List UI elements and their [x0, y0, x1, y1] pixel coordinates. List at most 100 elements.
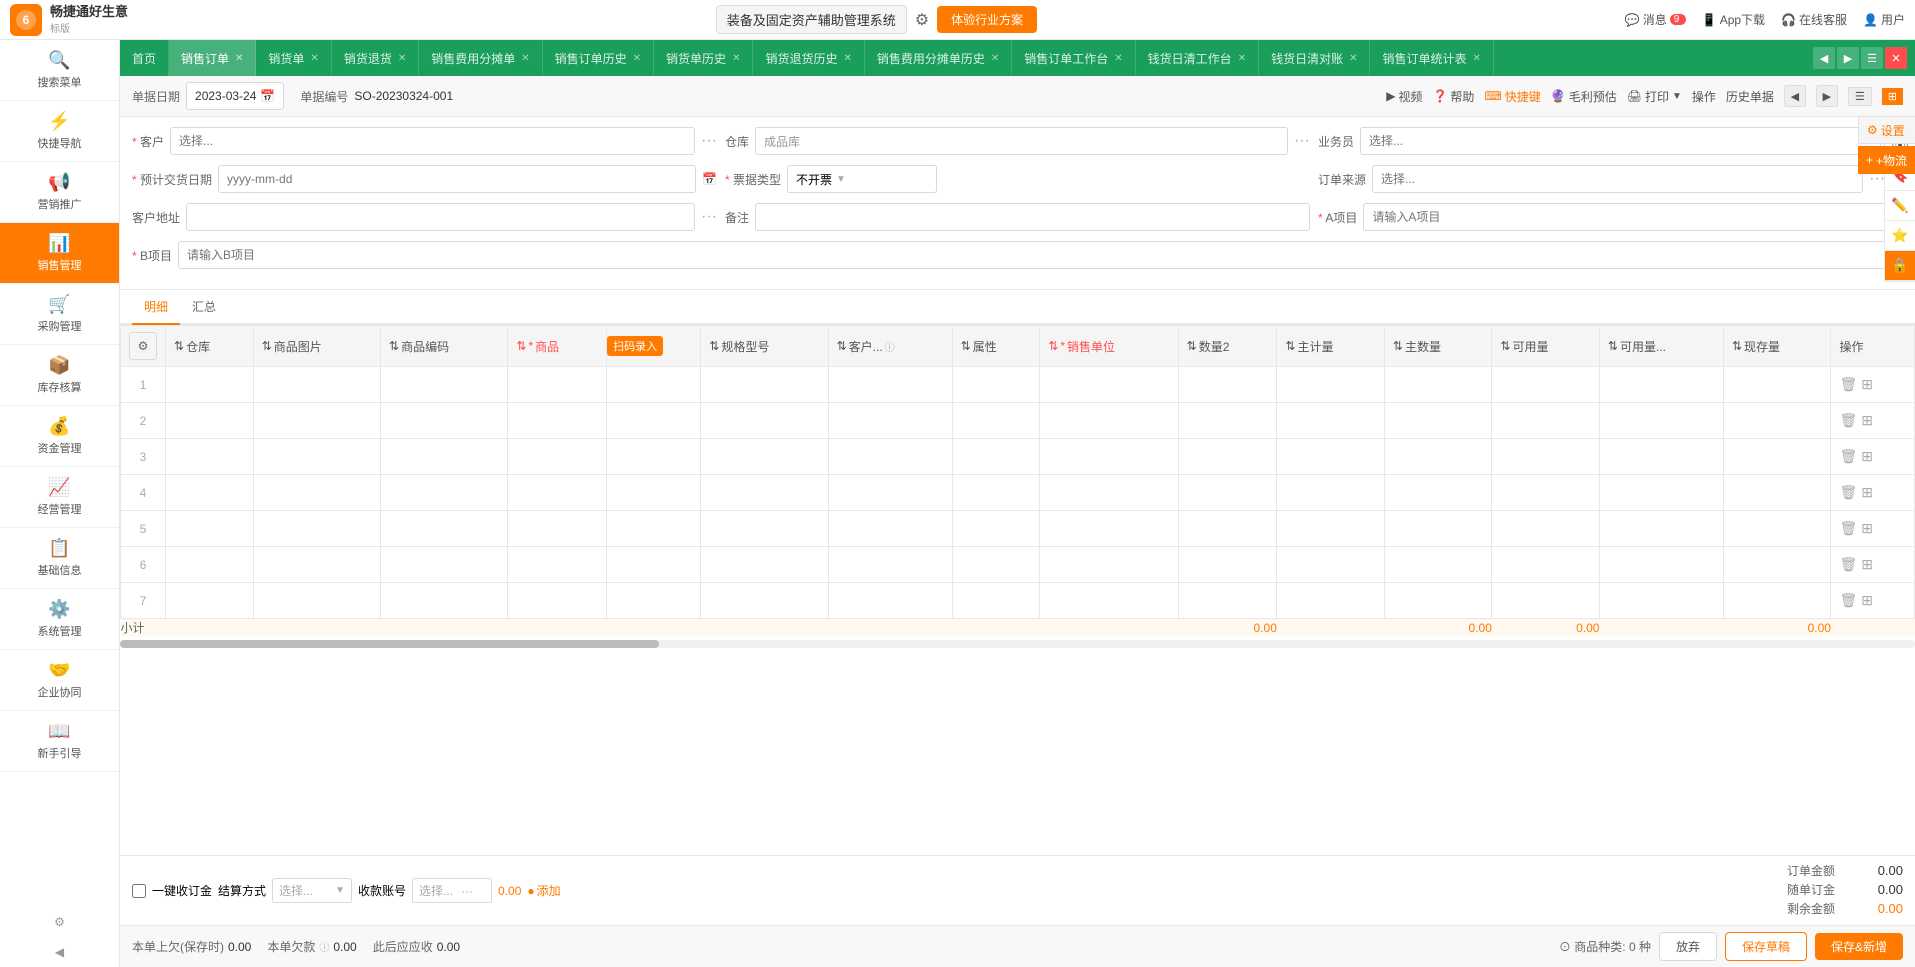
tab-close-expense-history[interactable]: ✕ [991, 53, 999, 64]
cell-product-code[interactable] [381, 475, 508, 511]
invoice-type-select[interactable]: 不开票 ▼ [787, 165, 937, 193]
sidebar-item-system[interactable]: ⚙️ 系统管理 [0, 589, 119, 650]
cell-sales-unit[interactable] [1040, 583, 1178, 619]
row-copy-icon[interactable]: ⊞ [1861, 484, 1873, 501]
cell-product-image[interactable] [253, 439, 380, 475]
payment-method-select[interactable]: 选择... ▼ [272, 878, 352, 903]
sidebar-item-basic[interactable]: 📋 基础信息 [0, 528, 119, 589]
cell-stock[interactable] [1723, 367, 1831, 403]
sort-product-code[interactable]: ⇅ 商品编码 [389, 338, 449, 355]
sort-available2[interactable]: ⇅ 可用量... [1608, 338, 1666, 355]
cell-available[interactable] [1492, 511, 1600, 547]
cell-customer-no[interactable] [828, 547, 952, 583]
sort-customer-no[interactable]: ⇅ 客户... ⓘ [837, 338, 895, 355]
cell-available2[interactable] [1599, 403, 1723, 439]
cell-available2[interactable] [1599, 439, 1723, 475]
message-btn[interactable]: 💬 消息 9 [1625, 11, 1686, 28]
cell-available[interactable] [1492, 475, 1600, 511]
tab-sales-stats[interactable]: 销售订单统计表 ✕ [1370, 40, 1493, 76]
customer-input[interactable] [170, 127, 695, 155]
sidebar-item-marketing[interactable]: 📢 营销推广 [0, 162, 119, 223]
cell-product-code[interactable] [381, 547, 508, 583]
record-prev-btn[interactable]: ◀ [1784, 85, 1806, 107]
cell-qty2[interactable] [1178, 367, 1277, 403]
cell-main-unit[interactable] [1277, 403, 1385, 439]
row-delete-icon[interactable]: 🗑 [1839, 484, 1857, 501]
cell-main-qty[interactable] [1384, 367, 1492, 403]
cell-main-unit[interactable] [1277, 367, 1385, 403]
cell-spec[interactable] [701, 583, 828, 619]
operations-action[interactable]: 操作 [1692, 88, 1716, 105]
history-action[interactable]: 历史单据 [1726, 88, 1774, 105]
cell-main-qty[interactable] [1384, 475, 1492, 511]
cell-product-code[interactable] [381, 583, 508, 619]
cell-product[interactable] [508, 439, 607, 475]
cell-product-code[interactable] [381, 403, 508, 439]
one-click-checkbox[interactable] [132, 884, 146, 898]
tab-close-cash-reconcile[interactable]: ✕ [1349, 53, 1357, 64]
cell-stock[interactable] [1723, 583, 1831, 619]
cell-product-image[interactable] [253, 403, 380, 439]
app-download-btn[interactable]: 📱 App下载 [1702, 11, 1765, 28]
add-logistics-btn[interactable]: + +物流 [1858, 146, 1915, 174]
cell-attribute[interactable] [952, 583, 1040, 619]
cell-available2[interactable] [1599, 511, 1723, 547]
cell-qty2[interactable] [1178, 583, 1277, 619]
row-delete-icon[interactable]: 🗑 [1839, 592, 1857, 609]
cell-sales-unit[interactable] [1040, 547, 1178, 583]
project-a-input[interactable] [1363, 203, 1903, 231]
help-action[interactable]: ❓ 帮助 [1432, 88, 1474, 105]
tab-close-cash-workbench[interactable]: ✕ [1238, 53, 1246, 64]
account-select[interactable]: 选择... ··· [412, 878, 492, 903]
user-btn[interactable]: 👤 用户 [1863, 11, 1905, 28]
cell-product[interactable] [508, 511, 607, 547]
cell-spec[interactable] [701, 439, 828, 475]
cell-qty2[interactable] [1178, 403, 1277, 439]
row-delete-icon[interactable]: 🗑 [1839, 520, 1857, 537]
sidebar-item-finance[interactable]: 💰 资金管理 [0, 406, 119, 467]
row-copy-icon[interactable]: ⊞ [1861, 592, 1873, 609]
sort-warehouse[interactable]: ⇅ 仓库 [174, 338, 210, 355]
tab-close-order-workbench[interactable]: ✕ [1114, 53, 1122, 64]
scrollbar-thumb[interactable] [120, 640, 659, 648]
sidebar-item-enterprise[interactable]: 🤝 企业协同 [0, 650, 119, 711]
warehouse-input[interactable] [755, 127, 1288, 155]
cell-main-qty[interactable] [1384, 511, 1492, 547]
date-picker[interactable]: 2023-03-24 📅 [186, 82, 284, 110]
sort-qty2[interactable]: ⇅ 数量2 [1187, 338, 1230, 355]
cell-attribute[interactable] [952, 367, 1040, 403]
rsi-lock-btn[interactable]: 🔒 [1885, 251, 1915, 281]
row-copy-icon[interactable]: ⊞ [1861, 376, 1873, 393]
sidebar-item-purchase[interactable]: 🛒 采购管理 [0, 284, 119, 345]
cell-qty2[interactable] [1178, 547, 1277, 583]
sidebar-item-stock[interactable]: 📦 库存核算 [0, 345, 119, 406]
tab-cash-workbench[interactable]: 钱货日清工作台 ✕ [1136, 40, 1259, 76]
cell-main-unit[interactable] [1277, 511, 1385, 547]
nav-list-btn[interactable]: ☰ [1861, 47, 1883, 69]
cell-qty2[interactable] [1178, 475, 1277, 511]
cell-customer-no[interactable] [828, 511, 952, 547]
sidebar-collapse-btn[interactable]: ◀ [0, 937, 119, 967]
cell-sales-unit[interactable] [1040, 403, 1178, 439]
cell-spec[interactable] [701, 547, 828, 583]
cell-spec[interactable] [701, 475, 828, 511]
tab-close-sales-stats[interactable]: ✕ [1473, 53, 1481, 64]
tab-order-history[interactable]: 销售订单历史 ✕ [543, 40, 654, 76]
cell-product-image[interactable] [253, 583, 380, 619]
cell-customer-no[interactable] [828, 439, 952, 475]
cell-spec[interactable] [701, 403, 828, 439]
address-input[interactable] [186, 203, 695, 231]
cell-sales-unit[interactable] [1040, 367, 1178, 403]
record-next-btn[interactable]: ▶ [1816, 85, 1838, 107]
cell-qty2[interactable] [1178, 439, 1277, 475]
tab-refund-history[interactable]: 销货退货历史 ✕ [753, 40, 864, 76]
settings-btn[interactable]: ⚙ 设置 [1858, 116, 1915, 144]
save-new-btn[interactable]: 保存&新增 [1815, 933, 1903, 960]
cell-available2[interactable] [1599, 367, 1723, 403]
cell-product[interactable] [508, 475, 607, 511]
add-payment-btn[interactable]: ● 添加 [527, 882, 560, 899]
tab-sales-order[interactable]: 销售订单 ✕ [169, 40, 256, 76]
cell-product-code[interactable] [381, 439, 508, 475]
cell-warehouse[interactable] [166, 547, 254, 583]
column-settings-btn[interactable]: ⚙ [129, 332, 157, 360]
